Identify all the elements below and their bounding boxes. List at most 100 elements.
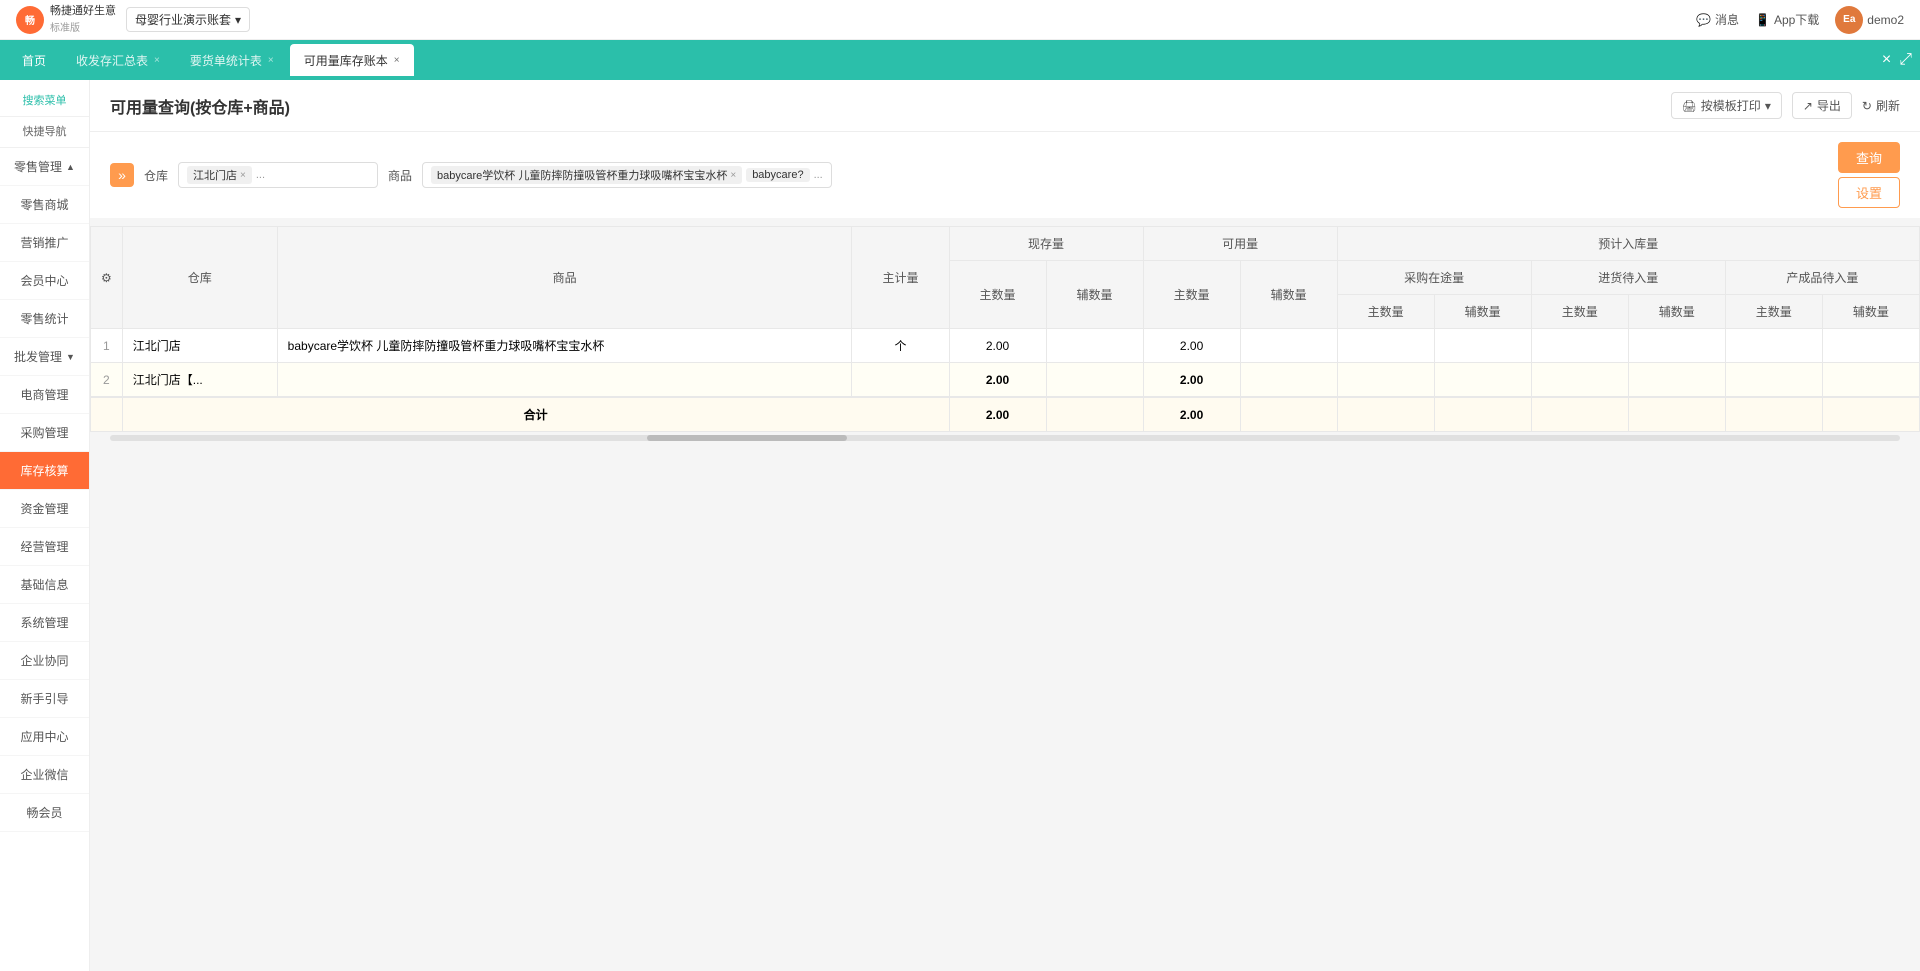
row1-available-aux: [1240, 329, 1337, 363]
expand-filter-btn[interactable]: »: [110, 163, 134, 187]
avatar: Ea: [1835, 6, 1863, 34]
query-btn[interactable]: 查询: [1838, 142, 1900, 173]
refresh-btn[interactable]: ↻ 刷新: [1862, 97, 1900, 114]
sidebar-item-marketing[interactable]: 营销推广: [0, 224, 89, 262]
th-current-aux: 辅数量: [1046, 261, 1143, 329]
content-area: 可用量查询(按仓库+商品) 🖨 按模板打印 ▾ ↗ 导出 ↻ 刷新: [90, 80, 1920, 971]
sidebar-item-inventory[interactable]: 库存核算: [0, 452, 89, 490]
row1-production-aux: [1822, 329, 1919, 363]
row2-incoming-main: [1531, 363, 1628, 398]
product-more[interactable]: ...: [814, 169, 823, 181]
tenant-selector[interactable]: 母婴行业演示账套 ▾: [126, 7, 250, 32]
sidebar-item-member2[interactable]: 畅会员: [0, 794, 89, 832]
data-table: ⚙ 仓库 商品 主计量 现存量 可用量 预计入库量 主数量 辅数量 主数量 辅数…: [90, 226, 1920, 432]
sidebar-item-retail-mgmt[interactable]: 零售管理 ▲: [0, 148, 89, 186]
chevron-down-icon: ▾: [235, 13, 241, 27]
close-tab-receive-send[interactable]: ×: [154, 55, 160, 66]
product-filter-input[interactable]: babycare学饮杯 儿童防摔防撞吸管杯重力球吸嘴杯宝宝水杯 × babyca…: [422, 162, 832, 188]
sidebar-item-basics[interactable]: 基础信息: [0, 566, 89, 604]
th-available-group: 可用量: [1143, 227, 1337, 261]
sidebar-search[interactable]: 搜索菜单: [0, 84, 89, 117]
close-all-tabs-btn[interactable]: ×: [1882, 51, 1891, 69]
export-icon: ↗: [1803, 99, 1813, 113]
expand-tabs-btn[interactable]: ⤢: [1899, 51, 1912, 69]
row1-warehouse: 江北门店: [122, 329, 277, 363]
remove-warehouse-tag[interactable]: ×: [240, 170, 246, 181]
row2-purchase-aux: [1434, 363, 1531, 398]
close-tab-order-stats[interactable]: ×: [268, 55, 274, 66]
th-incoming-aux: 辅数量: [1628, 295, 1725, 329]
row1-no: 1: [91, 329, 123, 363]
th-planned-inbound-group: 预计入库量: [1337, 227, 1919, 261]
row2-production-aux: [1822, 363, 1919, 398]
top-bar-left: 畅 畅捷通好生意 标准版 母婴行业演示账套 ▾: [16, 5, 250, 33]
home-tab-label: 首页: [22, 52, 46, 69]
template-print-btn[interactable]: 🖨 按模板打印 ▾: [1671, 92, 1782, 119]
th-production-main: 主数量: [1725, 295, 1822, 329]
warehouse-more[interactable]: ...: [256, 169, 265, 181]
sidebar: 搜索菜单 快捷导航 零售管理 ▲ 零售商城 营销推广 会员中心 零售统计 批发管…: [0, 80, 90, 971]
app-download-btn[interactable]: 📱 App下载: [1755, 11, 1819, 28]
top-bar-right: 💬 消息 📱 App下载 Ea demo2: [1696, 6, 1904, 34]
message-btn[interactable]: 💬 消息: [1696, 11, 1739, 28]
warehouse-filter-label: 仓库: [144, 167, 168, 184]
th-current-stock-group: 现存量: [949, 227, 1143, 261]
sidebar-item-system[interactable]: 系统管理: [0, 604, 89, 642]
sidebar-item-retail-stats[interactable]: 零售统计: [0, 300, 89, 338]
footer-label: 合计: [122, 397, 949, 432]
scroll-track[interactable]: [110, 435, 1900, 441]
filter-section: » 仓库 江北门店 × ... 商品 babycare学饮杯 儿童防摔防撞吸管杯…: [90, 132, 1920, 218]
refresh-icon: ↻: [1862, 99, 1872, 113]
row1-product: babycare学饮杯 儿童防摔防撞吸管杯重力球吸嘴杯宝宝水杯: [277, 329, 852, 363]
page-header: 可用量查询(按仓库+商品) 🖨 按模板打印 ▾ ↗ 导出 ↻ 刷新: [90, 80, 1920, 132]
th-purchase-aux: 辅数量: [1434, 295, 1531, 329]
sidebar-item-purchase[interactable]: 采购管理: [0, 414, 89, 452]
setting-btn[interactable]: 设置: [1838, 177, 1900, 208]
sidebar-item-app-center[interactable]: 应用中心: [0, 718, 89, 756]
row2-purchase-main: [1337, 363, 1434, 398]
sidebar-item-enterprise-wechat[interactable]: 企业微信: [0, 756, 89, 794]
sidebar-item-ecommerce[interactable]: 电商管理: [0, 376, 89, 414]
row2-unit: [852, 363, 949, 398]
sidebar-item-retail-mall[interactable]: 零售商城: [0, 186, 89, 224]
th-incoming-group: 进货待入量: [1531, 261, 1725, 295]
th-product: 商品: [277, 227, 852, 329]
row2-available-main: 2.00: [1143, 363, 1240, 398]
th-purchase-main: 主数量: [1337, 295, 1434, 329]
close-tab-available-stock[interactable]: ×: [394, 55, 400, 66]
th-purchase-group: 采购在途量: [1337, 261, 1531, 295]
page-title: 可用量查询(按仓库+商品): [110, 94, 290, 130]
row1-purchase-main: [1337, 329, 1434, 363]
product-filter-label: 商品: [388, 167, 412, 184]
row2-no: 2: [91, 363, 123, 398]
th-current-main: 主数量: [949, 261, 1046, 329]
sidebar-quick-nav[interactable]: 快捷导航: [0, 117, 89, 148]
tab-order-stats[interactable]: 要货单统计表 ×: [176, 44, 288, 76]
th-available-main: 主数量: [1143, 261, 1240, 329]
table-row: 2 江北门店【... 2.00 2.00: [91, 363, 1920, 398]
arrow-up-icon: ▲: [66, 162, 75, 172]
warehouse-tag-1: 江北门店 ×: [187, 166, 252, 184]
th-warehouse: 仓库: [122, 227, 277, 329]
row2-warehouse: 江北门店【...: [122, 363, 277, 398]
logo-area: 畅 畅捷通好生意 标准版: [16, 5, 116, 33]
tab-home[interactable]: 首页: [8, 44, 60, 76]
page-header-actions: 🖨 按模板打印 ▾ ↗ 导出 ↻ 刷新: [1671, 92, 1900, 131]
filter-actions: 查询 设置: [1838, 142, 1900, 208]
tab-receive-send[interactable]: 收发存汇总表 ×: [62, 44, 174, 76]
remove-product-tag-1[interactable]: ×: [730, 170, 736, 181]
sidebar-item-operations[interactable]: 经营管理: [0, 528, 89, 566]
warehouse-filter-input[interactable]: 江北门店 × ...: [178, 162, 378, 188]
sidebar-item-member[interactable]: 会员中心: [0, 262, 89, 300]
export-btn[interactable]: ↗ 导出: [1792, 92, 1852, 119]
sidebar-item-enterprise[interactable]: 企业协同: [0, 642, 89, 680]
printer-icon: 🖨: [1682, 99, 1697, 113]
sidebar-item-finance[interactable]: 资金管理: [0, 490, 89, 528]
sidebar-item-new-guide[interactable]: 新手引导: [0, 680, 89, 718]
tab-available-stock[interactable]: 可用量库存账本 ×: [290, 44, 414, 76]
sidebar-item-wholesale[interactable]: 批发管理 ▼: [0, 338, 89, 376]
user-profile[interactable]: Ea demo2: [1835, 6, 1904, 34]
row2-current-aux: [1046, 363, 1143, 398]
arrow-down-icon: ▼: [66, 352, 75, 362]
scroll-thumb[interactable]: [647, 435, 847, 441]
